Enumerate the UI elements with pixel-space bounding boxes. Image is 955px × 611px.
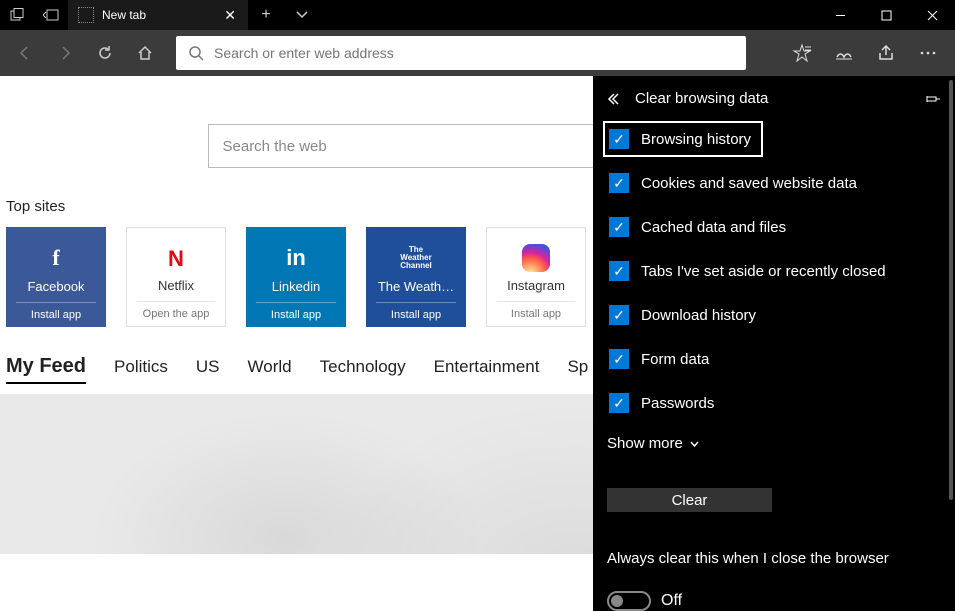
system-buttons-left (0, 0, 68, 30)
tile-linkedin[interactable]: in Linkedin Install app (246, 227, 346, 327)
tab-actions: + (248, 0, 320, 30)
panel-scrollbar[interactable] (949, 80, 953, 500)
tile-netflix[interactable]: N Netflix Open the app (126, 227, 226, 327)
checkbox-passwords[interactable]: ✓ Passwords (607, 389, 941, 417)
pin-icon[interactable] (925, 92, 941, 106)
feed-tab-us[interactable]: US (196, 357, 220, 377)
checkbox-icon: ✓ (609, 349, 629, 369)
browser-tab[interactable]: New tab ✕ (68, 0, 248, 30)
netflix-icon: N (161, 244, 191, 274)
browser-toolbar (0, 30, 955, 76)
toggle-switch[interactable] (607, 591, 651, 611)
checkbox-icon: ✓ (609, 129, 629, 149)
checkbox-icon: ✓ (609, 217, 629, 237)
facebook-icon: f (41, 243, 71, 273)
toggle-state-label: Off (661, 592, 682, 610)
clear-button[interactable]: Clear (607, 488, 772, 512)
clear-browsing-data-panel: Clear browsing data ✓ Browsing history ✓… (593, 76, 955, 611)
checkbox-cookies[interactable]: ✓ Cookies and saved website data (607, 169, 941, 197)
always-clear-toggle[interactable]: Off (607, 591, 941, 611)
feed-tab-world[interactable]: World (248, 357, 292, 377)
linkedin-icon: in (281, 243, 311, 273)
address-input[interactable] (214, 45, 734, 61)
more-icon[interactable] (907, 34, 949, 72)
close-window-button[interactable] (909, 0, 955, 30)
panel-header: Clear browsing data (593, 76, 955, 121)
always-clear-label: Always clear this when I close the brows… (607, 550, 941, 567)
close-tab-icon[interactable]: ✕ (224, 7, 236, 24)
back-button[interactable] (6, 34, 44, 72)
feed-tab-technology[interactable]: Technology (320, 357, 406, 377)
feed-tab-myfeed[interactable]: My Feed (6, 355, 86, 384)
forward-button[interactable] (46, 34, 84, 72)
checkbox-icon: ✓ (609, 393, 629, 413)
tile-facebook[interactable]: f Facebook Install app (6, 227, 106, 327)
weather-channel-icon: TheWeatherChannel (401, 243, 431, 273)
share-icon[interactable] (865, 34, 907, 72)
checkbox-browsing-history[interactable]: ✓ Browsing history (607, 125, 759, 153)
tile-weather[interactable]: TheWeatherChannel The Weath… Install app (366, 227, 466, 327)
reading-list-icon[interactable] (823, 34, 865, 72)
tab-title: New tab (102, 8, 216, 22)
checkbox-tabs-set-aside[interactable]: ✓ Tabs I've set aside or recently closed (607, 257, 941, 285)
feed-tab-sports[interactable]: Sp (567, 357, 588, 377)
show-more-link[interactable]: Show more (607, 435, 941, 452)
multitask-icon[interactable] (0, 0, 34, 30)
new-tab-button[interactable]: + (248, 6, 284, 24)
checkbox-download-history[interactable]: ✓ Download history (607, 301, 941, 329)
panel-title: Clear browsing data (635, 90, 768, 107)
checkbox-cached-data[interactable]: ✓ Cached data and files (607, 213, 941, 241)
set-aside-tabs-icon[interactable] (34, 0, 68, 30)
panel-back-icon[interactable] (607, 92, 623, 106)
checkbox-icon: ✓ (609, 261, 629, 281)
checkbox-icon: ✓ (609, 305, 629, 325)
window-titlebar: New tab ✕ + (0, 0, 955, 30)
chevron-down-icon (689, 438, 700, 449)
search-icon (188, 45, 204, 61)
minimize-button[interactable] (817, 0, 863, 30)
feed-tab-entertainment[interactable]: Entertainment (434, 357, 540, 377)
checkbox-icon: ✓ (609, 173, 629, 193)
window-controls (817, 0, 955, 30)
tile-instagram[interactable]: Instagram Install app (486, 227, 586, 327)
tabs-dropdown-icon[interactable] (284, 9, 320, 21)
checkbox-form-data[interactable]: ✓ Form data (607, 345, 941, 373)
maximize-button[interactable] (863, 0, 909, 30)
refresh-button[interactable] (86, 34, 124, 72)
feed-tab-politics[interactable]: Politics (114, 357, 168, 377)
tab-favicon (78, 7, 94, 23)
instagram-icon (522, 244, 550, 272)
home-button[interactable] (126, 34, 164, 72)
search-placeholder: Search the web (223, 138, 327, 155)
favorites-icon[interactable] (781, 34, 823, 72)
address-bar[interactable] (176, 36, 746, 70)
